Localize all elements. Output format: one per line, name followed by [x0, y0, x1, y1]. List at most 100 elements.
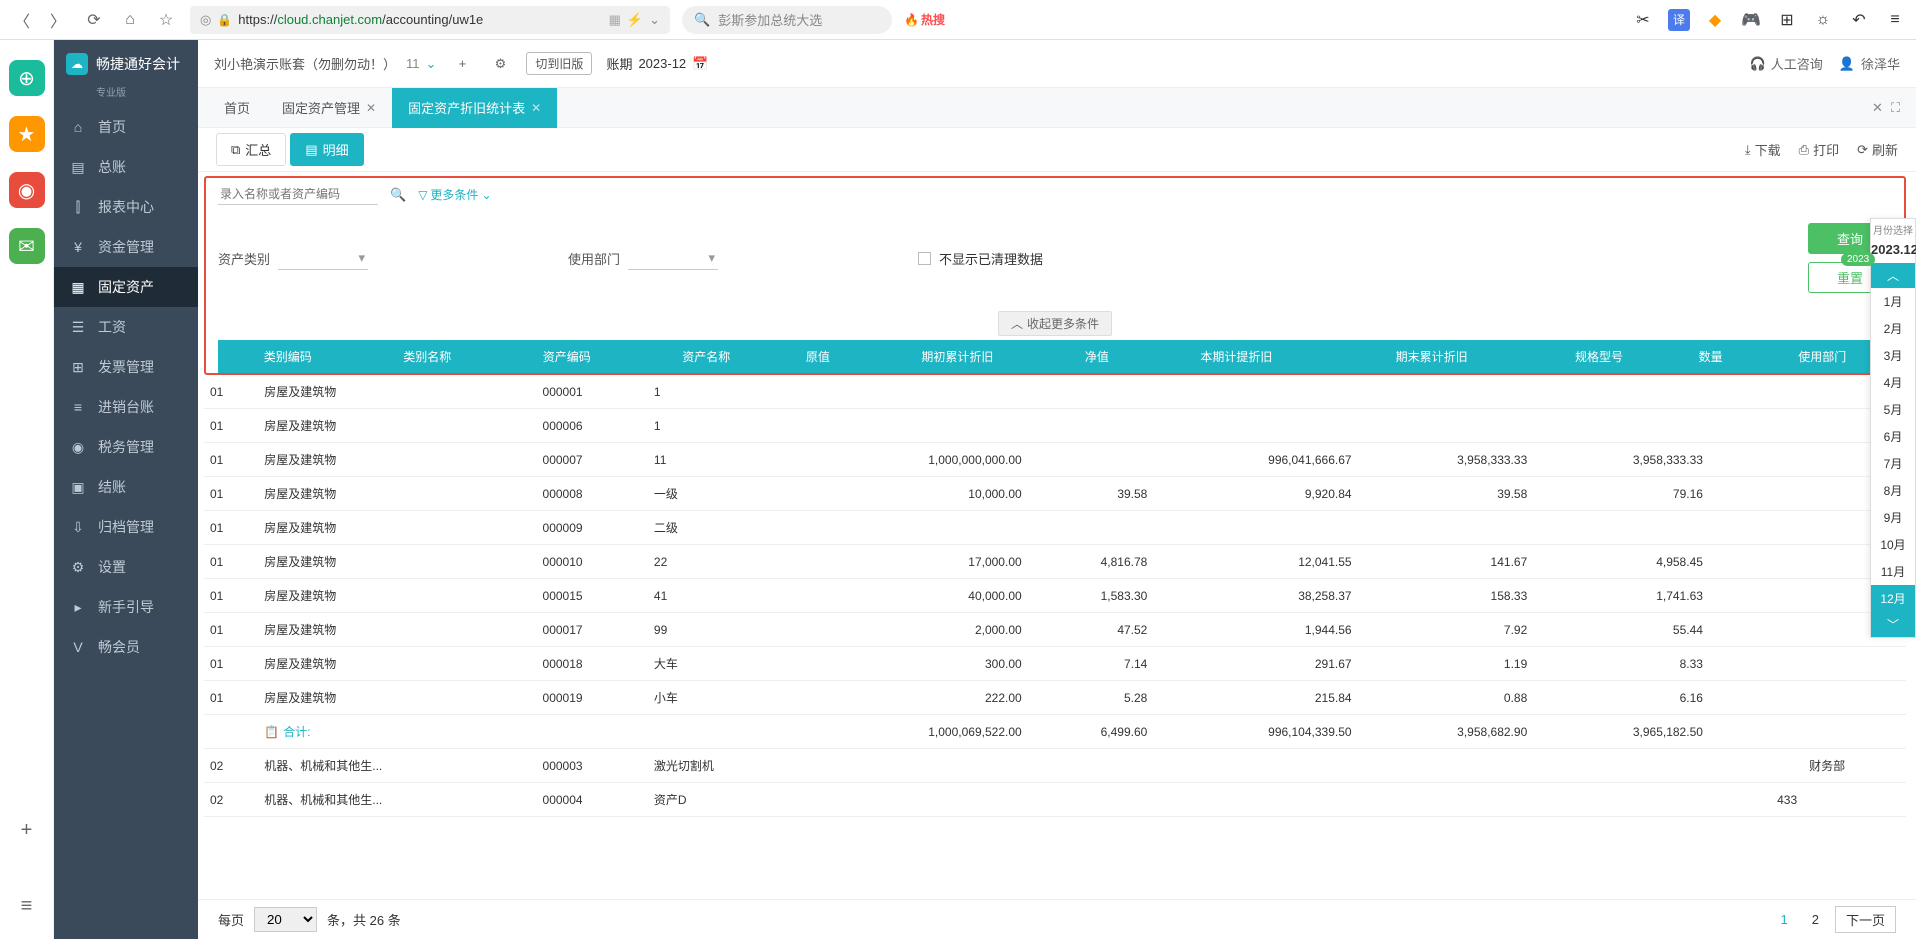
detail-toggle[interactable]: ▤ 明细: [290, 133, 363, 166]
sidebar-item-9[interactable]: ▣结账: [54, 467, 198, 507]
sidebar-item-7[interactable]: ≡进销台账: [54, 387, 198, 427]
close-icon[interactable]: ✕: [531, 101, 541, 115]
department-select[interactable]: ▾: [628, 247, 718, 270]
sidebar-item-1[interactable]: ▤总账: [54, 147, 198, 187]
tab-2[interactable]: 固定资产折旧统计表✕: [392, 88, 557, 128]
dock-mail[interactable]: ✉: [9, 228, 45, 264]
sidebar-item-13[interactable]: V畅会员: [54, 627, 198, 667]
table-row[interactable]: 01房屋及建筑物0000061: [204, 409, 1906, 443]
sidebar-item-4[interactable]: ▦固定资产: [54, 267, 198, 307]
tab-0[interactable]: 首页: [208, 88, 266, 128]
wallet-icon[interactable]: ◆: [1704, 9, 1726, 31]
table-row[interactable]: 02机器、机械和其他生...000003激光切割机财务部: [204, 749, 1906, 783]
sidebar-item-12[interactable]: ▸新手引导: [54, 587, 198, 627]
url-bar[interactable]: ◎ 🔒 https://cloud.chanjet.com/accounting…: [190, 6, 670, 34]
table-body-wrap[interactable]: 01房屋及建筑物000001101房屋及建筑物000006101房屋及建筑物00…: [204, 375, 1906, 899]
table-row[interactable]: 01房屋及建筑物000009二级: [204, 511, 1906, 545]
asset-category-select[interactable]: ▾: [278, 247, 368, 270]
hot-badge[interactable]: 🔥热搜: [904, 11, 945, 28]
table-row[interactable]: 01房屋及建筑物000008一级10,000.0039.589,920.8439…: [204, 477, 1906, 511]
sidebar-item-8[interactable]: ◉税务管理: [54, 427, 198, 467]
next-page-button[interactable]: 下一页: [1835, 906, 1896, 933]
page-1[interactable]: 1: [1773, 909, 1796, 930]
theme-icon[interactable]: ☼: [1812, 9, 1834, 31]
table-row[interactable]: 01房屋及建筑物0000154140,000.001,583.3038,258.…: [204, 579, 1906, 613]
dropdown-icon[interactable]: ⌄: [649, 12, 660, 28]
month-option[interactable]: 10月: [1871, 531, 1915, 558]
close-all-tabs[interactable]: ✕: [1872, 100, 1883, 116]
month-option[interactable]: 4月: [1871, 369, 1915, 396]
translate-icon[interactable]: 译: [1668, 9, 1690, 31]
dock-favorites[interactable]: ★: [9, 116, 45, 152]
search-input[interactable]: [218, 184, 378, 205]
old-version-button[interactable]: 切到旧版: [526, 52, 592, 75]
table-cell: [1709, 783, 1735, 817]
close-icon[interactable]: ✕: [366, 101, 376, 115]
dock-list[interactable]: ≡: [9, 888, 45, 924]
sidebar-item-6[interactable]: ⊞发票管理: [54, 347, 198, 387]
back-button[interactable]: 〈: [10, 8, 34, 32]
sidebar-item-11[interactable]: ⚙设置: [54, 547, 198, 587]
settings-gear-button[interactable]: ⚙: [488, 52, 512, 76]
refresh-button[interactable]: ⟳刷新: [1857, 140, 1898, 159]
home-button[interactable]: ⌂: [118, 8, 142, 32]
search-icon[interactable]: 🔍: [390, 187, 406, 203]
add-account-button[interactable]: +: [450, 52, 474, 76]
sidebar-item-2[interactable]: ⫿报表中心: [54, 187, 198, 227]
account-selector[interactable]: 刘小艳演示账套（勿删勿动！） 11 ⌄: [214, 54, 436, 73]
forward-button[interactable]: 〉: [46, 8, 70, 32]
summary-toggle[interactable]: ⧉ 汇总: [216, 133, 286, 166]
dock-weibo[interactable]: ◉: [9, 172, 45, 208]
menu-icon[interactable]: ≡: [1884, 9, 1906, 31]
table-row[interactable]: 02机器、机械和其他生...000004资产D433: [204, 783, 1906, 817]
sidebar-item-label: 固定资产: [98, 277, 154, 297]
month-option[interactable]: 2月: [1871, 315, 1915, 342]
month-option[interactable]: 1月: [1871, 288, 1915, 315]
flash-icon[interactable]: ⚡: [627, 12, 643, 28]
user-menu[interactable]: 👤 徐泽华: [1839, 54, 1900, 73]
app-logo[interactable]: ☁ 畅捷通好会计: [54, 40, 198, 88]
download-button[interactable]: ⤓下载: [1745, 140, 1781, 159]
table-row[interactable]: 01房屋及建筑物000018大车300.007.14291.671.198.33: [204, 647, 1906, 681]
table-row[interactable]: 01房屋及建筑物0000011: [204, 375, 1906, 409]
month-picker-down[interactable]: ﹀: [1871, 612, 1915, 637]
print-button[interactable]: ⎙打印: [1799, 140, 1839, 159]
per-page-select[interactable]: 20: [254, 907, 317, 932]
hide-cleared-checkbox[interactable]: [918, 252, 931, 265]
table-row[interactable]: 01房屋及建筑物000007111,000,000,000.00996,041,…: [204, 443, 1906, 477]
period-selector[interactable]: 账期 2023-12 📅: [606, 54, 708, 73]
month-option[interactable]: 11月: [1871, 558, 1915, 585]
dock-add[interactable]: +: [9, 812, 45, 848]
reload-button[interactable]: ⟳: [82, 8, 106, 32]
page-2[interactable]: 2: [1804, 909, 1827, 930]
qr-icon[interactable]: ▦: [609, 12, 621, 28]
dock-app-main[interactable]: ⊕: [9, 60, 45, 96]
sidebar-item-5[interactable]: ☰工资: [54, 307, 198, 347]
month-option[interactable]: 6月: [1871, 423, 1915, 450]
month-option[interactable]: 5月: [1871, 396, 1915, 423]
sidebar-item-3[interactable]: ¥资金管理: [54, 227, 198, 267]
apps-icon[interactable]: ⊞: [1776, 9, 1798, 31]
restore-icon[interactable]: ↶: [1848, 9, 1870, 31]
month-option[interactable]: 7月: [1871, 450, 1915, 477]
tab-1[interactable]: 固定资产管理✕: [266, 88, 392, 128]
sidebar-item-0[interactable]: ⌂首页: [54, 107, 198, 147]
month-option[interactable]: 3月: [1871, 342, 1915, 369]
table-row[interactable]: 01房屋及建筑物000017992,000.0047.521,944.567.9…: [204, 613, 1906, 647]
month-option[interactable]: 9月: [1871, 504, 1915, 531]
game-icon[interactable]: 🎮: [1740, 9, 1762, 31]
favorite-button[interactable]: ☆: [154, 8, 178, 32]
collapse-filters-button[interactable]: ︿ 收起更多条件: [998, 311, 1112, 336]
table-cell: 一级: [648, 477, 802, 511]
more-conditions-toggle[interactable]: ▽ 更多条件 ⌄: [418, 186, 491, 203]
scissors-icon[interactable]: ✂: [1632, 9, 1654, 31]
month-option[interactable]: 12月: [1871, 585, 1915, 612]
table-row[interactable]: 01房屋及建筑物0000102217,000.004,816.7812,041.…: [204, 545, 1906, 579]
table-row[interactable]: 01房屋及建筑物000019小车222.005.28215.840.886.16: [204, 681, 1906, 715]
sidebar-item-10[interactable]: ⇩归档管理: [54, 507, 198, 547]
month-picker-up[interactable]: ︿: [1871, 263, 1915, 288]
search-box[interactable]: 🔍 彭斯参加总统大选: [682, 6, 892, 34]
month-option[interactable]: 8月: [1871, 477, 1915, 504]
expand-tabs[interactable]: ⛶: [1891, 100, 1900, 116]
support-button[interactable]: 🎧 人工咨询: [1750, 54, 1823, 73]
